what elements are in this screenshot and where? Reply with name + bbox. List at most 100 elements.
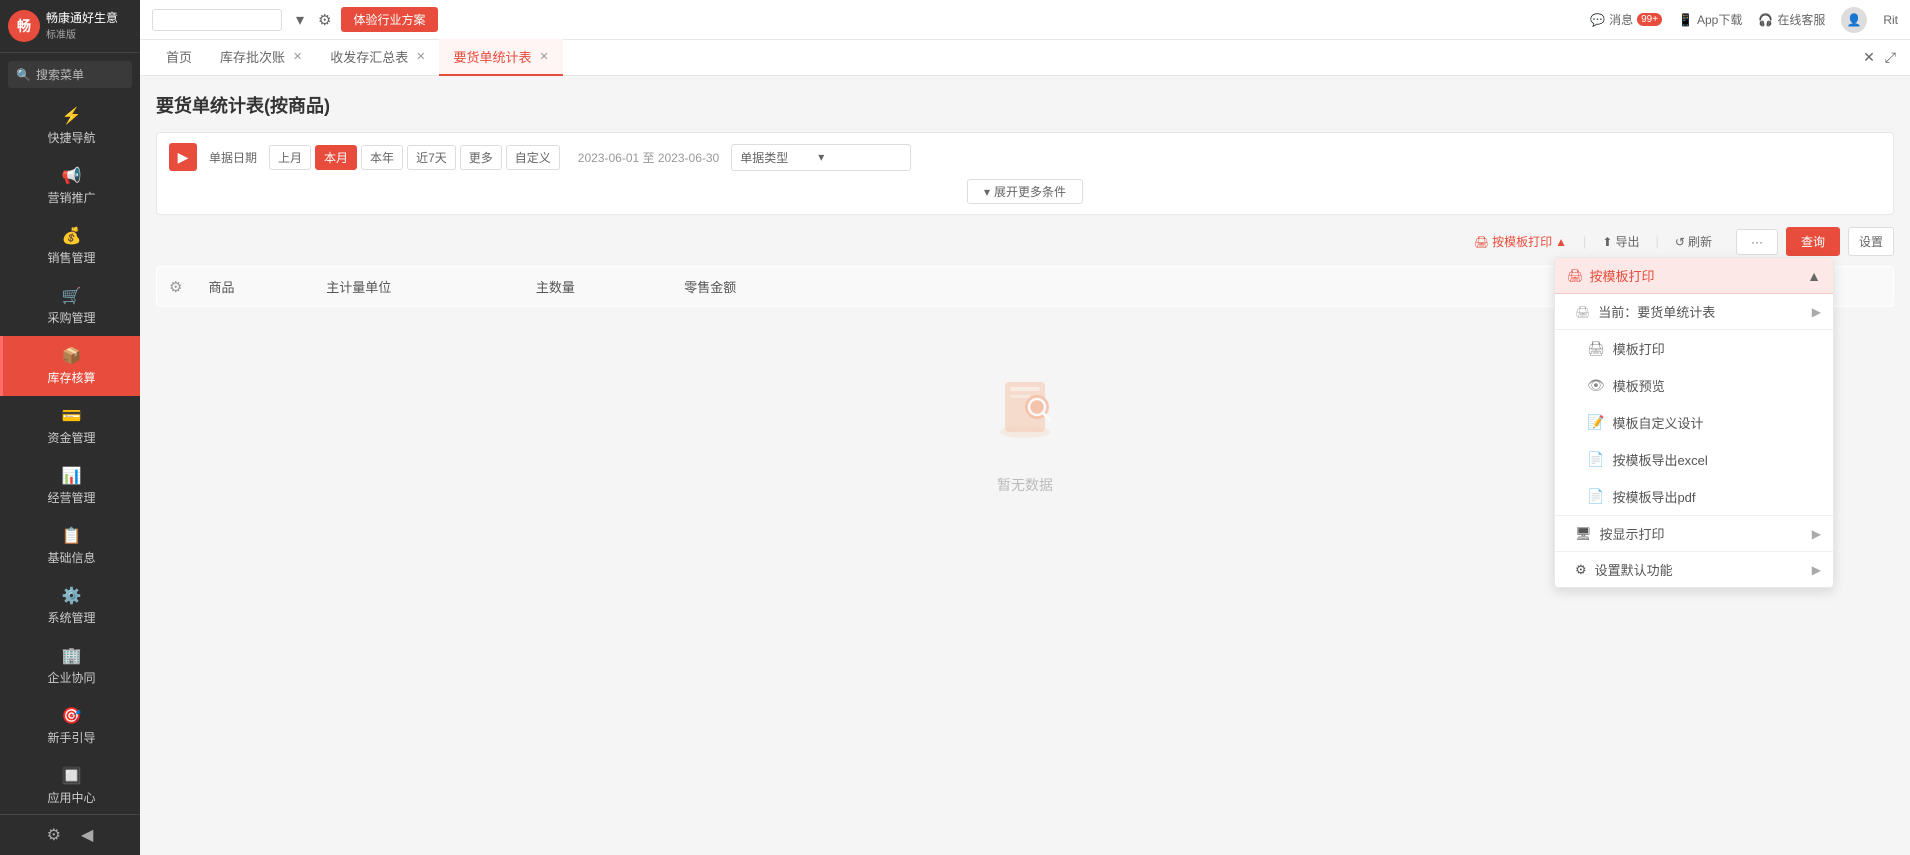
- topbar-right: 💬 消息 99+ 📱 App下载 🎧 在线客服 👤 Rit: [1590, 7, 1898, 33]
- print-dropdown-printer-icon: 🖨: [1567, 268, 1584, 284]
- sidebar-search-area: 🔍 搜索菜单: [0, 53, 140, 96]
- sidebar-bottom: ⚙ ◀: [0, 814, 140, 855]
- print-dropdown: 🖨 按模板打印 ▲ 🖨 当前：要货单统计表 ▶ 🖨 模板打印 👁 模板预览: [1554, 257, 1834, 588]
- sidebar-item-sales[interactable]: 💰 销售管理: [0, 216, 140, 276]
- display-print-arrow: ▶: [1812, 527, 1821, 541]
- refresh-button[interactable]: ↺ 刷新: [1667, 229, 1720, 254]
- dropdown-template-preview[interactable]: 👁 模板预览: [1555, 367, 1833, 404]
- online-service-button[interactable]: 🎧 在线客服: [1758, 11, 1825, 28]
- tab-close-requisition-stats[interactable]: ✕: [540, 50, 549, 63]
- printer-icon: 🖨: [1474, 235, 1489, 249]
- sidebar-item-finance[interactable]: 💳 资金管理: [0, 396, 140, 456]
- top-action-bar: 🖨 按模板打印 ▲ | ⬆ 导出 | ↺ 刷新 ··· 查询 设置 🖨: [156, 227, 1894, 256]
- message-icon: 💬: [1590, 13, 1605, 27]
- page-title: 要货单统计表(按商品): [156, 92, 1894, 118]
- dropdown-display-print[interactable]: 🖥 按显示打印 ▶: [1555, 515, 1833, 551]
- settings-button[interactable]: ⚙: [47, 825, 61, 845]
- separator-2: |: [1656, 234, 1659, 249]
- appstore-icon: 🔲: [62, 766, 82, 786]
- purchase-icon: 🛒: [62, 286, 82, 306]
- shortcut-icon: ⚡: [62, 106, 82, 126]
- sidebar-item-operation[interactable]: 📊 经营管理: [0, 456, 140, 516]
- avatar-placeholder: 👤: [1847, 13, 1862, 27]
- sidebar-item-basic[interactable]: 📋 基础信息: [0, 516, 140, 576]
- col-header-goods: 商品: [197, 267, 315, 307]
- dropdown-set-default[interactable]: ⚙ 设置默认功能 ▶: [1555, 551, 1833, 587]
- dropdown-export-pdf[interactable]: 📄 按模板导出pdf: [1555, 478, 1833, 515]
- search-icon: 🔍: [16, 68, 31, 82]
- expand-more-row: ▾ 展开更多条件: [169, 179, 1881, 204]
- app-version: 标准版: [46, 26, 118, 41]
- user-avatar[interactable]: 👤: [1841, 7, 1867, 33]
- filter-bar: ▶ 单据日期 上月 本月 本年 近7天 更多 自定义 2023-06-01 至 …: [156, 132, 1894, 215]
- type-filter-select[interactable]: 单据类型 ▾: [731, 144, 911, 171]
- expand-more-button[interactable]: ▾ 展开更多条件: [967, 179, 1083, 204]
- finance-icon: 💳: [62, 406, 82, 426]
- date-range-text: 2023-06-01 至 2023-06-30: [578, 149, 719, 166]
- print-dropdown-close-icon[interactable]: ▲: [1807, 268, 1821, 284]
- table-column-settings-icon[interactable]: ⚙: [169, 279, 182, 296]
- system-icon: ⚙️: [62, 586, 82, 606]
- sidebar-item-newbie[interactable]: 🎯 新手引导: [0, 696, 140, 756]
- tab-close-inventory-batch[interactable]: ✕: [293, 50, 302, 63]
- sidebar-item-marketing[interactable]: 📢 营销推广: [0, 156, 140, 216]
- empty-text: 暂无数据: [997, 475, 1053, 495]
- inventory-icon: 📦: [62, 346, 82, 366]
- sidebar-item-shortcut[interactable]: ⚡ 快捷导航: [0, 96, 140, 156]
- date-prev-month[interactable]: 上月: [269, 145, 311, 170]
- sidebar-item-enterprise[interactable]: 🏢 企业协同: [0, 636, 140, 696]
- empty-icon: [985, 367, 1065, 463]
- tab-receipts-summary[interactable]: 收发存汇总表 ✕: [316, 39, 439, 76]
- col-header-unit: 主计量单位: [314, 267, 524, 307]
- sidebar-item-inventory[interactable]: 📦 库存核算: [0, 336, 140, 396]
- search-menu-button[interactable]: 🔍 搜索菜单: [8, 61, 132, 88]
- date-this-month[interactable]: 本月: [315, 145, 357, 170]
- collapse-button[interactable]: ◀: [81, 825, 93, 845]
- sidebar-item-purchase[interactable]: 🛒 采购管理: [0, 276, 140, 336]
- export-button[interactable]: ⬆ 导出: [1594, 229, 1647, 254]
- message-button[interactable]: 💬 消息 99+: [1590, 11, 1662, 28]
- refresh-icon: ↺: [1675, 235, 1685, 249]
- print-template-button[interactable]: 🖨 按模板打印 ▲: [1466, 229, 1575, 254]
- app-logo: 畅 畅康通好生意 标准版: [0, 0, 140, 53]
- dropdown-template-print[interactable]: 🖨 模板打印: [1555, 330, 1833, 367]
- sidebar-item-appstore[interactable]: 🔲 应用中心: [0, 756, 140, 814]
- date-filter-label: 单据日期: [209, 149, 257, 166]
- tab-requisition-stats[interactable]: 要货单统计表 ✕: [439, 39, 562, 76]
- filter-row: ▶ 单据日期 上月 本月 本年 近7天 更多 自定义 2023-06-01 至 …: [169, 143, 1881, 171]
- date-this-year[interactable]: 本年: [361, 145, 403, 170]
- topbar-search: [152, 9, 282, 31]
- search-input[interactable]: [152, 9, 282, 31]
- date-custom[interactable]: 自定义: [506, 145, 560, 170]
- tab-close-receipts-summary[interactable]: ✕: [416, 50, 425, 63]
- topbar: ▾ ⚙ 体验行业方案 💬 消息 99+ 📱 App下载 🎧 在线客服 👤 Rit: [140, 0, 1910, 40]
- dropdown-export-excel[interactable]: 📄 按模板导出excel: [1555, 441, 1833, 478]
- dropdown-template-custom[interactable]: 📝 模板自定义设计: [1555, 404, 1833, 441]
- settings-button-toolbar[interactable]: 设置: [1848, 227, 1894, 256]
- app-download-button[interactable]: 📱 App下载: [1678, 11, 1742, 28]
- tab-bar: 首页 库存批次账 ✕ 收发存汇总表 ✕ 要货单统计表 ✕ ✕ ⤢: [140, 40, 1910, 76]
- tab-home[interactable]: 首页: [152, 39, 206, 76]
- headset-icon: 🎧: [1758, 13, 1773, 27]
- date-more[interactable]: 更多: [460, 145, 502, 170]
- maximize-button[interactable]: ⤢: [1883, 47, 1898, 68]
- download-icon: 📱: [1678, 13, 1693, 27]
- app-name: 畅康通好生意: [46, 11, 118, 27]
- logo-text-block: 畅康通好生意 标准版: [46, 11, 118, 42]
- date-buttons: 上月 本月 本年 近7天 更多 自定义: [269, 145, 560, 170]
- query-button[interactable]: 查询: [1786, 227, 1840, 256]
- tab-inventory-batch[interactable]: 库存批次账 ✕: [206, 39, 316, 76]
- more-options-button[interactable]: ···: [1736, 229, 1778, 255]
- date-last-7[interactable]: 近7天: [407, 145, 456, 170]
- gear-icon[interactable]: ⚙: [318, 11, 331, 29]
- filter-expand-button[interactable]: ▶: [169, 143, 197, 171]
- export-pdf-icon: 📄: [1587, 488, 1604, 505]
- experience-button[interactable]: 体验行业方案: [341, 7, 437, 32]
- tabs-controls: ✕ ⤢: [1861, 47, 1898, 68]
- close-tab-button[interactable]: ✕: [1861, 47, 1877, 68]
- print-dropdown-current[interactable]: 🖨 当前：要货单统计表 ▶: [1555, 294, 1833, 330]
- sidebar-item-system[interactable]: ⚙️ 系统管理: [0, 576, 140, 636]
- marketing-icon: 📢: [62, 166, 82, 186]
- nav-dropdown-button[interactable]: ▾: [292, 8, 308, 32]
- current-template-icon: 🖨: [1575, 305, 1590, 319]
